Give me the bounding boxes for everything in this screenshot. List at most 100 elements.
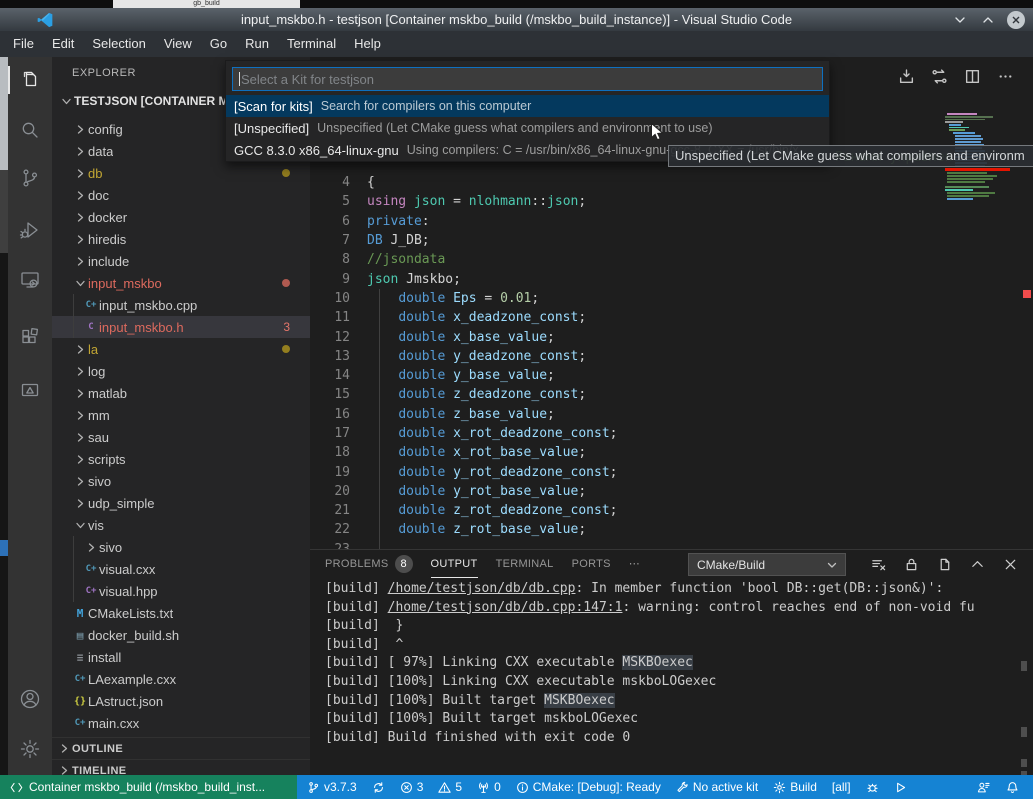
code-line[interactable]: 13 double y_deadzone_const;: [310, 347, 1033, 366]
tree-file-input_mskbo.h[interactable]: Cinput_mskbo.h 3: [52, 316, 310, 338]
quickpick-item[interactable]: [Scan for kits] Search for compilers on t…: [226, 95, 829, 117]
tree-file-main.cxx[interactable]: C+ main.cxx: [52, 712, 310, 734]
status-item[interactable]: [all]: [832, 780, 851, 794]
error-status-item[interactable]: 3: [400, 780, 423, 794]
lock-icon[interactable]: [903, 556, 919, 572]
gear-status-item[interactable]: Build: [773, 780, 817, 794]
tree-folder-sivo[interactable]: sivo: [52, 470, 310, 492]
code-line[interactable]: 20 double y_rot_base_value;: [310, 482, 1033, 501]
code-line[interactable]: 9 json Jmskbo;: [310, 269, 1033, 288]
menu-go[interactable]: Go: [201, 31, 236, 57]
code-line[interactable]: 15 double z_deadzone_const;: [310, 385, 1033, 404]
code-line[interactable]: 6 private:: [310, 212, 1033, 231]
menu-help[interactable]: Help: [345, 31, 390, 57]
open-output-editor-icon[interactable]: [936, 556, 952, 572]
tree-file-install[interactable]: ≡ install: [52, 646, 310, 668]
file-link[interactable]: /home/testjson/db/db.cpp: [388, 581, 576, 596]
bell-status-item[interactable]: [1006, 781, 1019, 794]
code-line[interactable]: 12 double x_base_value;: [310, 327, 1033, 346]
search-icon[interactable]: [18, 118, 42, 142]
files-icon[interactable]: [18, 68, 42, 92]
quickpick-item[interactable]: [Unspecified] Unspecified (Let CMake gues…: [226, 117, 829, 139]
tree-folder-scripts[interactable]: scripts: [52, 448, 310, 470]
tree-folder-docker[interactable]: docker: [52, 206, 310, 228]
menu-selection[interactable]: Selection: [83, 31, 154, 57]
info-status-item[interactable]: CMake: [Debug]: Ready: [516, 780, 661, 794]
code-line[interactable]: 10 double Eps = 0.01;: [310, 289, 1033, 308]
minimize-icon[interactable]: [951, 11, 969, 29]
tree-file-visual.cxx[interactable]: C+ visual.cxx: [52, 558, 310, 580]
menu-file[interactable]: File: [4, 31, 43, 57]
code-line[interactable]: 19 double y_rot_deadzone_const;: [310, 462, 1033, 481]
menu-terminal[interactable]: Terminal: [278, 31, 345, 57]
code-line[interactable]: 8 //jsondata: [310, 250, 1033, 269]
quickpick-input[interactable]: Select a Kit for testjson: [232, 67, 823, 91]
output-channel-select[interactable]: CMake/Build: [688, 553, 846, 576]
remote-indicator[interactable]: Container mskbo_build (/mskbo_build_inst…: [0, 775, 297, 799]
tree-folder-vis[interactable]: vis: [52, 514, 310, 536]
tree-file-lastruct.json[interactable]: {} LAstruct.json: [52, 690, 310, 712]
panel-tab-output[interactable]: OUTPUT: [430, 550, 478, 578]
code-line[interactable]: 7 DB J_DB;: [310, 231, 1033, 250]
source-control-icon[interactable]: [18, 166, 42, 190]
tree-folder-log[interactable]: log: [52, 360, 310, 382]
panel-scrollbar-mark[interactable]: [1021, 727, 1027, 737]
tree-file-input_mskbo.cpp[interactable]: C+ input_mskbo.cpp: [52, 294, 310, 316]
cmake-icon[interactable]: [18, 378, 42, 402]
clear-output-icon[interactable]: [870, 556, 886, 572]
panel-tab-⋯[interactable]: ⋯: [629, 550, 640, 578]
tree-folder-db[interactable]: db: [52, 162, 310, 184]
menu-edit[interactable]: Edit: [43, 31, 83, 57]
extensions-icon[interactable]: [18, 326, 42, 350]
tree-file-laexample.cxx[interactable]: C+ LAexample.cxx: [52, 668, 310, 690]
tree-file-visual.hpp[interactable]: C+ visual.hpp: [52, 580, 310, 602]
tree-folder-include[interactable]: include: [52, 250, 310, 272]
tree-folder-mm[interactable]: mm: [52, 404, 310, 426]
maximize-icon[interactable]: [979, 11, 997, 29]
tree-file-docker_build.sh[interactable]: ▤ docker_build.sh: [52, 624, 310, 646]
code-line[interactable]: 22 double z_rot_base_value;: [310, 520, 1033, 539]
tree-folder-doc[interactable]: doc: [52, 184, 310, 206]
git-branch-status-item[interactable]: v3.7.3: [307, 780, 357, 794]
code-line[interactable]: 5 using json = nlohmann::json;: [310, 192, 1033, 211]
settings-gear-icon[interactable]: [18, 737, 42, 761]
remote-explorer-icon[interactable]: [18, 268, 42, 292]
tree-file-cmakelists.txt[interactable]: M CMakeLists.txt: [52, 602, 310, 624]
panel-tab-ports[interactable]: PORTS: [572, 550, 611, 578]
radio-tower-status-item[interactable]: 0: [477, 780, 501, 794]
code-line[interactable]: 21 double z_rot_deadzone_const;: [310, 501, 1033, 520]
tree-folder-sau[interactable]: sau: [52, 426, 310, 448]
file-link[interactable]: /home/testjson/db/db.cpp:147:1: [388, 600, 623, 615]
code-line[interactable]: 18 double x_rot_base_value;: [310, 443, 1033, 462]
close-icon[interactable]: [1007, 10, 1025, 29]
menu-run[interactable]: Run: [236, 31, 278, 57]
panel-tab-terminal[interactable]: TERMINAL: [496, 550, 554, 578]
tree-folder-hiredis[interactable]: hiredis: [52, 228, 310, 250]
tree-folder-sivo[interactable]: sivo: [52, 536, 310, 558]
code-line[interactable]: 14 double y_base_value;: [310, 366, 1033, 385]
maximize-panel-icon[interactable]: [969, 556, 985, 572]
code-line[interactable]: 17 double x_rot_deadzone_const;: [310, 424, 1033, 443]
menu-view[interactable]: View: [155, 31, 201, 57]
feedback-status-item[interactable]: [977, 781, 990, 794]
code-line[interactable]: 11 double x_deadzone_const;: [310, 308, 1033, 327]
panel-scrollbar-mark[interactable]: [1021, 759, 1027, 767]
tree-folder-udp_simple[interactable]: udp_simple: [52, 492, 310, 514]
account-icon[interactable]: [18, 687, 42, 711]
bug-status-item[interactable]: [866, 781, 879, 794]
panel-tab-problems[interactable]: PROBLEMS 8: [325, 550, 413, 578]
tree-folder-matlab[interactable]: matlab: [52, 382, 310, 404]
desktop-download-icon[interactable]: [896, 66, 916, 86]
tools-status-item[interactable]: No active kit: [676, 780, 758, 794]
play-status-item[interactable]: [894, 781, 907, 794]
close-panel-icon[interactable]: [1002, 556, 1018, 572]
tree-folder-la[interactable]: la: [52, 338, 310, 360]
code-line[interactable]: 16 double z_base_value;: [310, 405, 1033, 424]
code-area[interactable]: 4{5 using json = nlohmann::json; 6 private:…: [310, 173, 1033, 559]
tree-folder-input_mskbo[interactable]: input_mskbo: [52, 272, 310, 294]
warning-status-item[interactable]: 5: [438, 780, 462, 794]
run-debug-icon[interactable]: [18, 218, 42, 242]
code-line[interactable]: 4{: [310, 173, 1033, 192]
timeline-section[interactable]: TIMELINE: [52, 759, 310, 775]
outline-section[interactable]: OUTLINE: [52, 737, 310, 759]
